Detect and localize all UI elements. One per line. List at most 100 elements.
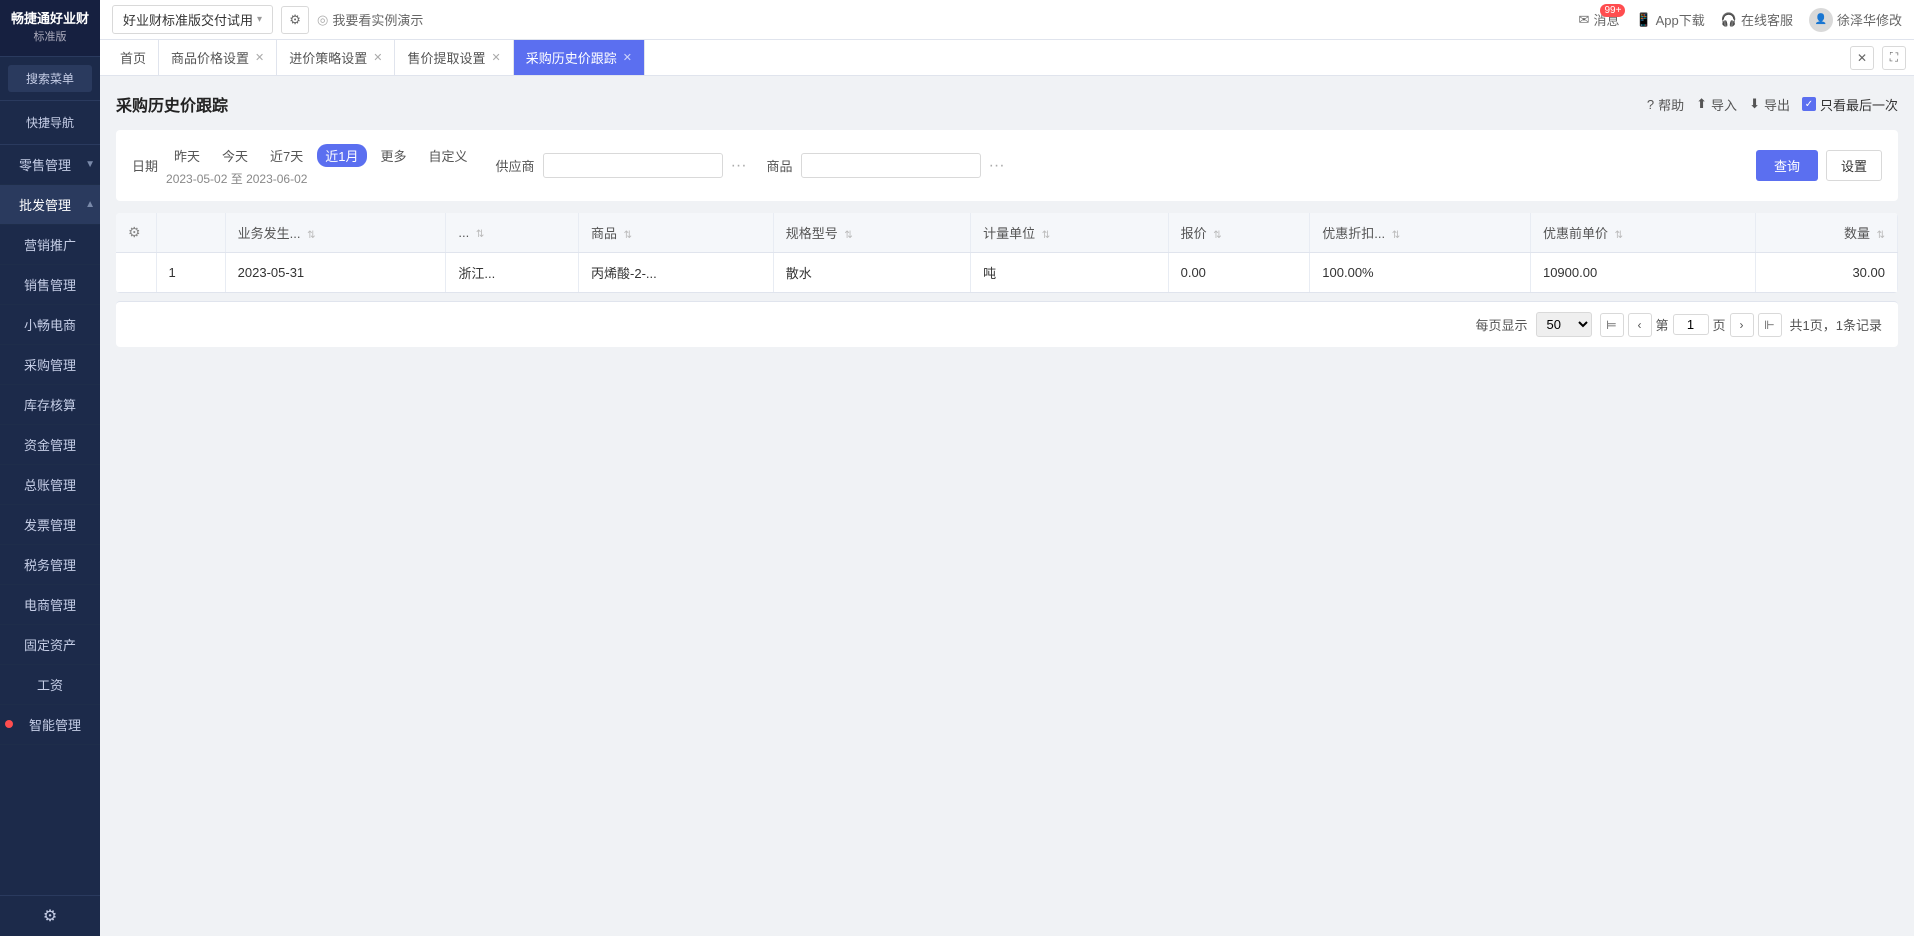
- th-quantity-label: 数量: [1844, 226, 1870, 241]
- sidebar-item-salary[interactable]: 工资: [0, 665, 100, 705]
- last-page-button[interactable]: ⊩: [1758, 313, 1782, 337]
- search-menu-button[interactable]: 搜索菜单: [8, 65, 92, 92]
- page-nav: ⊨ ‹ 第 页 › ⊩: [1600, 313, 1782, 337]
- sidebar-item-tax[interactable]: 税务管理: [0, 545, 100, 585]
- user-menu-button[interactable]: 👤 徐泽华修改: [1809, 8, 1902, 32]
- filter-actions: 查询 设置: [1756, 150, 1882, 181]
- tab-purchase-strategy[interactable]: 进价策略设置 ✕: [277, 40, 395, 76]
- th-dots[interactable]: ... ⇅: [446, 213, 579, 253]
- sidebar-item-retail[interactable]: 零售管理 ▼: [0, 145, 100, 185]
- th-unit[interactable]: 计量单位 ⇅: [971, 213, 1168, 253]
- sidebar-item-assets[interactable]: 固定资产: [0, 625, 100, 665]
- export-link[interactable]: ⬇ 导出: [1749, 95, 1790, 114]
- sidebar-bottom: ⚙: [0, 895, 100, 936]
- th-before-discount-label: 优惠前单价: [1543, 226, 1608, 241]
- tab-sale-price-label: 售价提取设置: [407, 48, 485, 67]
- filter-row: 日期 昨天 今天 近7天 近1月 更多 自定义 2023-05-02 至 202…: [132, 144, 1882, 187]
- app-download-button[interactable]: 📱 App下载: [1635, 10, 1704, 29]
- import-link[interactable]: ⬆ 导入: [1696, 95, 1737, 114]
- td-discount: 100.00%: [1310, 253, 1531, 293]
- th-seq: [156, 213, 225, 253]
- date-custom-btn[interactable]: 自定义: [421, 144, 476, 167]
- tab-history-price-close[interactable]: ✕: [623, 51, 632, 64]
- tab-purchase-strategy-close[interactable]: ✕: [373, 51, 382, 64]
- demo-link[interactable]: ◎ 我要看实例演示: [317, 10, 423, 29]
- tab-sale-price-close[interactable]: ✕: [492, 51, 501, 64]
- th-spec[interactable]: 规格型号 ⇅: [773, 213, 970, 253]
- demo-label: 我要看实例演示: [332, 10, 423, 29]
- page-number-input[interactable]: [1673, 314, 1709, 335]
- message-button[interactable]: ✉ 消息 99+: [1579, 10, 1620, 29]
- settings-icon[interactable]: ⚙: [43, 908, 57, 925]
- date-yesterday-btn[interactable]: 昨天: [166, 144, 208, 167]
- only-last-checkbox-label[interactable]: 只看最后一次: [1802, 95, 1898, 114]
- sidebar-item-ecommerce-small[interactable]: 小畅电商: [0, 305, 100, 345]
- help-link[interactable]: ? 帮助: [1647, 95, 1684, 114]
- date-today-btn[interactable]: 今天: [214, 144, 256, 167]
- close-tab-button[interactable]: ✕: [1850, 46, 1874, 70]
- tab-home-label: 首页: [120, 48, 146, 67]
- supplier-more-icon[interactable]: ···: [731, 157, 747, 175]
- date-option-buttons: 昨天 今天 近7天 近1月 更多 自定义: [166, 144, 476, 167]
- message-badge: 99+: [1600, 4, 1625, 17]
- tab-price[interactable]: 商品价格设置 ✕: [159, 40, 277, 76]
- table-gear-icon[interactable]: ⚙: [128, 224, 141, 240]
- export-icon: ⬇: [1749, 96, 1760, 112]
- tab-home[interactable]: 首页: [108, 40, 159, 76]
- th-date[interactable]: 业务发生... ⇅: [225, 213, 446, 253]
- td-before-discount: 10900.00: [1530, 253, 1755, 293]
- page-content: 采购历史价跟踪 ? 帮助 ⬆ 导入 ⬇ 导出 只看最后一次: [100, 76, 1914, 936]
- quick-nav-button[interactable]: 快捷导航: [8, 109, 92, 136]
- th-quote[interactable]: 报价 ⇅: [1168, 213, 1310, 253]
- sidebar-item-wholesale[interactable]: 批发管理 ▲: [0, 185, 100, 225]
- next-page-button[interactable]: ›: [1730, 313, 1754, 337]
- supplier-filter-group: 供应商 ···: [496, 153, 747, 178]
- app-label: App下载: [1656, 10, 1705, 29]
- sidebar-item-ledger[interactable]: 总账管理: [0, 465, 100, 505]
- sidebar-item-finance[interactable]: 资金管理: [0, 425, 100, 465]
- sidebar-item-sales[interactable]: 销售管理: [0, 265, 100, 305]
- tab-purchase-strategy-label: 进价策略设置: [289, 48, 367, 67]
- sidebar-item-smart[interactable]: 智能管理: [0, 705, 100, 745]
- prev-page-button[interactable]: ‹: [1628, 313, 1652, 337]
- sidebar-item-purchase[interactable]: 采购管理: [0, 345, 100, 385]
- th-quantity[interactable]: 数量 ⇅: [1756, 213, 1898, 253]
- sidebar-item-marketing[interactable]: 营销推广: [0, 225, 100, 265]
- date-7days-btn[interactable]: 近7天: [262, 144, 311, 167]
- sort-unit-icon: ⇅: [1042, 230, 1050, 241]
- th-before-discount[interactable]: 优惠前单价 ⇅: [1530, 213, 1755, 253]
- sidebar-item-invoice[interactable]: 发票管理: [0, 505, 100, 545]
- sidebar-search-area: 搜索菜单: [0, 57, 100, 101]
- th-goods[interactable]: 商品 ⇅: [579, 213, 774, 253]
- tab-sale-price[interactable]: 售价提取设置 ✕: [395, 40, 513, 76]
- version-gear-button[interactable]: ⚙: [281, 6, 309, 34]
- table-header-row: ⚙ 业务发生... ⇅ ... ⇅ 商品 ⇅: [116, 213, 1898, 253]
- th-dots-label: ...: [458, 225, 469, 240]
- td-date: 2023-05-31: [225, 253, 446, 293]
- sidebar-item-inventory[interactable]: 库存核算: [0, 385, 100, 425]
- th-discount[interactable]: 优惠折扣... ⇅: [1310, 213, 1531, 253]
- maximize-tab-button[interactable]: ⛶: [1882, 46, 1906, 70]
- query-button[interactable]: 查询: [1756, 150, 1818, 181]
- sort-before-discount-icon: ⇅: [1615, 230, 1623, 241]
- goods-input[interactable]: [801, 153, 981, 178]
- version-selector[interactable]: 好业财标准版交付试用 ▾: [112, 5, 273, 34]
- first-page-button[interactable]: ⊨: [1600, 313, 1624, 337]
- th-gear: ⚙: [116, 213, 156, 253]
- supplier-input[interactable]: [543, 153, 723, 178]
- filter-settings-button[interactable]: 设置: [1826, 150, 1882, 181]
- topbar-right: ✉ 消息 99+ 📱 App下载 🎧 在线客服 👤 徐泽华修改: [1579, 8, 1902, 32]
- goods-more-icon[interactable]: ···: [989, 157, 1005, 175]
- td-seq: 1: [156, 253, 225, 293]
- tab-price-label: 商品价格设置: [171, 48, 249, 67]
- date-1month-btn[interactable]: 近1月: [317, 144, 366, 167]
- tab-price-close[interactable]: ✕: [255, 51, 264, 64]
- gear-icon: ⚙: [289, 12, 301, 28]
- sidebar-item-ecommerce[interactable]: 电商管理: [0, 585, 100, 625]
- export-label: 导出: [1764, 95, 1790, 114]
- only-last-checkbox[interactable]: [1802, 97, 1816, 111]
- online-service-button[interactable]: 🎧 在线客服: [1721, 10, 1793, 29]
- page-size-select[interactable]: 20 50 100: [1536, 312, 1592, 337]
- tab-history-price[interactable]: 采购历史价跟踪 ✕: [514, 40, 645, 76]
- date-more-btn[interactable]: 更多: [373, 144, 415, 167]
